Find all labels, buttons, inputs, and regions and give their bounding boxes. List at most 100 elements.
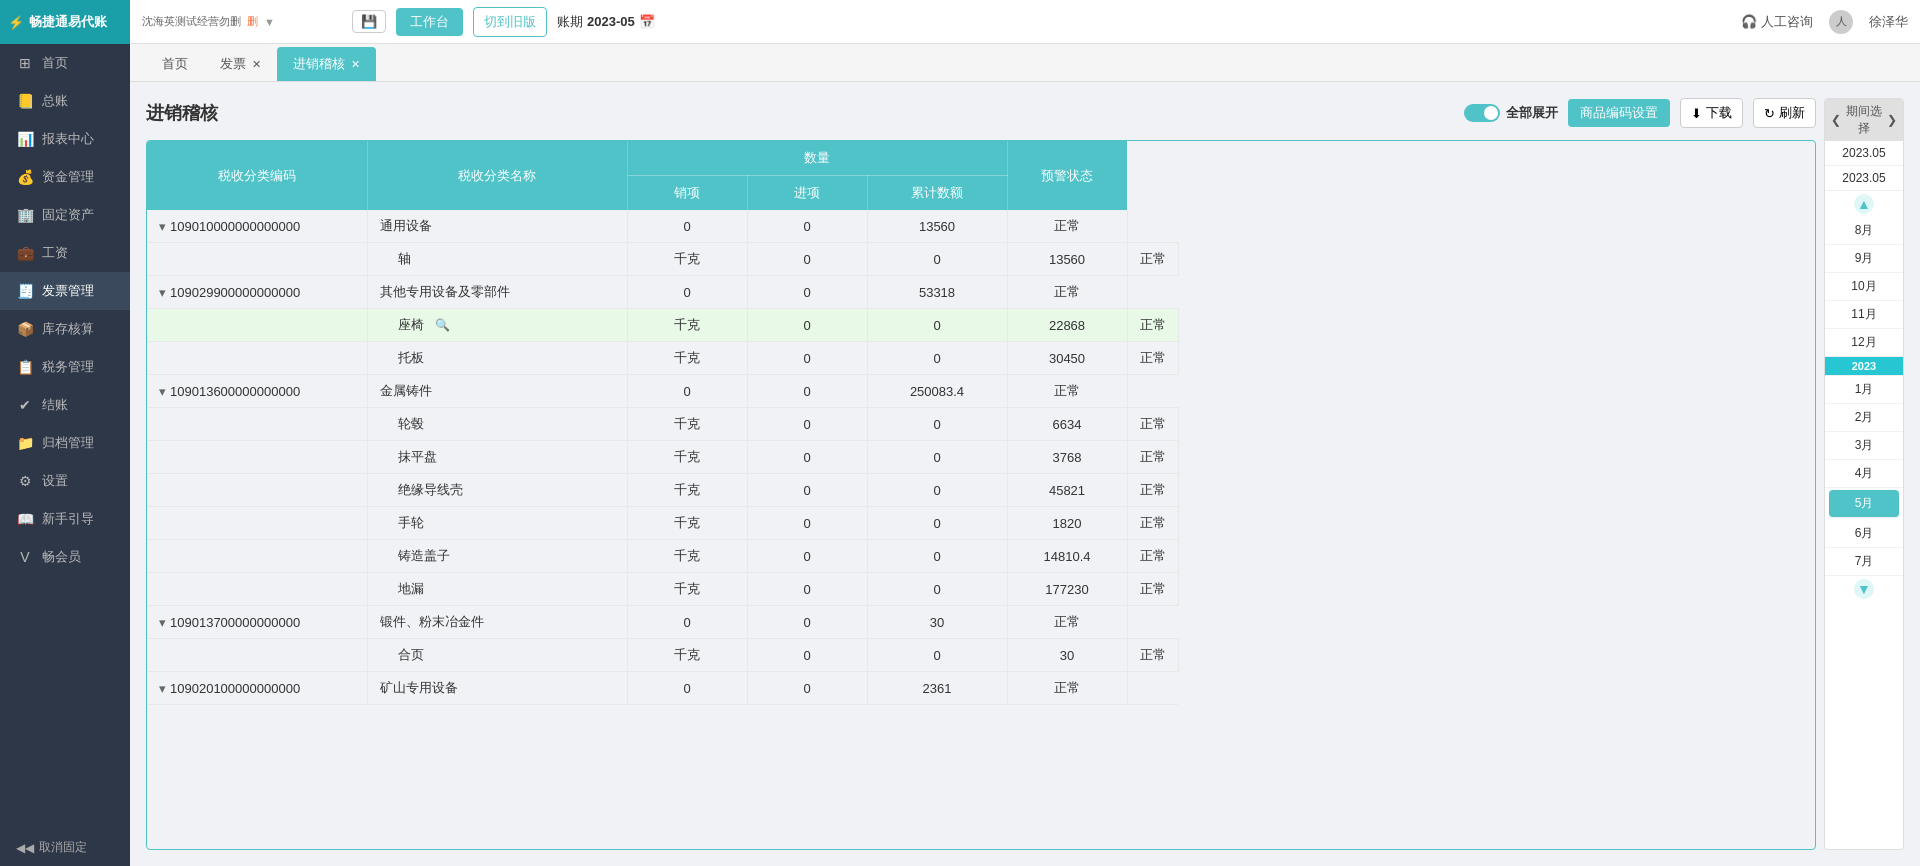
- table-row: 轮毂千克006634正常: [147, 408, 1178, 441]
- period-9[interactable]: 9月: [1825, 245, 1903, 273]
- sidebar-item-guide[interactable]: 📖 新手引导: [0, 500, 130, 538]
- product-code-button[interactable]: 商品编码设置: [1568, 99, 1670, 127]
- sidebar-item-label: 总账: [42, 92, 68, 110]
- cell-sale: 0: [747, 639, 867, 672]
- search-icon[interactable]: 🔍: [435, 318, 450, 332]
- cell-tax-name: 矿山专用设备: [367, 672, 627, 705]
- period-10[interactable]: 10月: [1825, 273, 1903, 301]
- sidebar: ⚡ 畅捷通易代账 ⊞ 首页 📒 总账 📊 报表中心 💰 资金管理 🏢 固定资产 …: [0, 0, 130, 866]
- cell-tax-name: 铸造盖子: [367, 540, 627, 573]
- period-1[interactable]: 1月: [1825, 376, 1903, 404]
- period-down-btn[interactable]: ▼: [1854, 579, 1874, 599]
- tab-reconcile[interactable]: 进销稽核 ✕: [277, 47, 376, 81]
- sidebar-item-inventory[interactable]: 📦 库存核算: [0, 310, 130, 348]
- period-7[interactable]: 7月: [1825, 548, 1903, 576]
- sidebar-item-tax[interactable]: 📋 税务管理: [0, 348, 130, 386]
- col-tax-code: 税收分类编码: [147, 141, 367, 210]
- cell-tax-code: [147, 639, 367, 672]
- topbar-right: 🎧 人工咨询 人 徐泽华: [1741, 10, 1908, 34]
- sidebar-item-label: 库存核算: [42, 320, 94, 338]
- cell-total: 45821: [1007, 474, 1127, 507]
- company-name: 沈海英测试经营勿删: [142, 14, 241, 29]
- sidebar-item-archive[interactable]: 📁 归档管理: [0, 424, 130, 462]
- sidebar-item-label: 固定资产: [42, 206, 94, 224]
- tab-reconcile-close[interactable]: ✕: [351, 58, 360, 71]
- cell-status: 正常: [1127, 639, 1178, 672]
- inventory-icon: 📦: [16, 321, 34, 337]
- sidebar-item-invoice[interactable]: 🧾 发票管理: [0, 272, 130, 310]
- sidebar-item-assets[interactable]: 🏢 固定资产: [0, 196, 130, 234]
- app-name: 畅捷通易代账: [29, 13, 107, 31]
- cell-total: 30450: [1007, 342, 1127, 375]
- refresh-icon: ↻: [1764, 106, 1775, 121]
- period-8[interactable]: 8月: [1825, 217, 1903, 245]
- cell-sale: 0: [747, 507, 867, 540]
- cell-sale: 0: [627, 210, 747, 243]
- app-logo: ⚡ 畅捷通易代账: [0, 0, 130, 44]
- cell-total: 14810.4: [1007, 540, 1127, 573]
- sidebar-item-salary[interactable]: 💼 工资: [0, 234, 130, 272]
- cell-tax-name: 其他专用设备及零部件: [367, 276, 627, 309]
- period-2023-05-top[interactable]: 2023.05: [1825, 141, 1903, 166]
- cell-status: 正常: [1007, 606, 1127, 639]
- switch-version-button[interactable]: 切到旧版: [473, 7, 547, 37]
- table-row: 合页千克0030正常: [147, 639, 1178, 672]
- tab-invoice[interactable]: 发票 ✕: [204, 47, 277, 81]
- home-icon: ⊞: [16, 55, 34, 71]
- cell-purchase: 0: [867, 342, 1007, 375]
- cell-total: 22868: [1007, 309, 1127, 342]
- table-row: ▾109013600000000000金属铸件00250083.4正常: [147, 375, 1178, 408]
- tab-home-label: 首页: [162, 55, 188, 73]
- period-4[interactable]: 4月: [1825, 460, 1903, 488]
- refresh-button[interactable]: ↻ 刷新: [1753, 98, 1816, 128]
- col-sale: 销项: [627, 176, 747, 211]
- assets-icon: 🏢: [16, 207, 34, 223]
- sidebar-item-label: 首页: [42, 54, 68, 72]
- calendar-icon[interactable]: 📅: [639, 14, 655, 29]
- period-5[interactable]: 5月: [1829, 490, 1899, 518]
- topbar: 沈海英测试经营勿删 删 ▼ 💾 工作台 切到旧版 账期 2023-05 📅 🎧 …: [130, 0, 1920, 44]
- cell-tax-name: 抹平盘: [367, 441, 627, 474]
- cell-tax-code: ▾109020100000000000: [147, 672, 367, 705]
- cell-unit: 千克: [627, 507, 747, 540]
- sidebar-item-home[interactable]: ⊞ 首页: [0, 44, 130, 82]
- cell-total: 3768: [1007, 441, 1127, 474]
- period-display: 账期 2023-05 📅: [557, 13, 655, 31]
- headset-icon: 🎧: [1741, 14, 1757, 29]
- save-button[interactable]: 💾: [352, 10, 386, 33]
- period-2[interactable]: 2月: [1825, 404, 1903, 432]
- period-2023-05-top2[interactable]: 2023.05: [1825, 166, 1903, 191]
- sidebar-item-vip[interactable]: V 畅会员: [0, 538, 130, 576]
- cell-tax-code: [147, 342, 367, 375]
- period-up-btn[interactable]: ▲: [1854, 194, 1874, 214]
- company-selector[interactable]: 沈海英测试经营勿删 删 ▼: [142, 14, 342, 29]
- table-row: ▾109020100000000000矿山专用设备002361正常: [147, 672, 1178, 705]
- cell-tax-code: [147, 507, 367, 540]
- chevron-left-icon[interactable]: ❮: [1831, 113, 1841, 127]
- sidebar-item-reports[interactable]: 📊 报表中心: [0, 120, 130, 158]
- chevron-right-icon[interactable]: ❯: [1887, 113, 1897, 127]
- unpin-button[interactable]: ◀◀ 取消固定: [0, 829, 130, 866]
- cell-purchase: 0: [867, 540, 1007, 573]
- period-panel: ❮ 期间选择 ❯ 2023.05 2023.05 ▲ 8月 9月 10月 11月…: [1824, 98, 1904, 850]
- period-3[interactable]: 3月: [1825, 432, 1903, 460]
- period-11[interactable]: 11月: [1825, 301, 1903, 329]
- logo-icon: ⚡: [8, 15, 24, 30]
- tabbar: 首页 发票 ✕ 进销稽核 ✕: [130, 44, 1920, 82]
- cell-tax-name: 通用设备: [367, 210, 627, 243]
- workbench-button[interactable]: 工作台: [396, 8, 463, 36]
- period-12[interactable]: 12月: [1825, 329, 1903, 357]
- expand-all-toggle[interactable]: [1464, 104, 1500, 122]
- sidebar-item-settings[interactable]: ⚙ 设置: [0, 462, 130, 500]
- tab-home[interactable]: 首页: [146, 47, 204, 81]
- download-button[interactable]: ⬇ 下载: [1680, 98, 1743, 128]
- cell-total: 2361: [867, 672, 1007, 705]
- sidebar-item-ledger[interactable]: 📒 总账: [0, 82, 130, 120]
- tab-invoice-close[interactable]: ✕: [252, 58, 261, 71]
- period-6[interactable]: 6月: [1825, 520, 1903, 548]
- support-link[interactable]: 🎧 人工咨询: [1741, 13, 1813, 31]
- cell-tax-name: 绝缘导线壳: [367, 474, 627, 507]
- sidebar-item-finance[interactable]: 💰 资金管理: [0, 158, 130, 196]
- cell-purchase: 0: [747, 672, 867, 705]
- sidebar-item-settlement[interactable]: ✔ 结账: [0, 386, 130, 424]
